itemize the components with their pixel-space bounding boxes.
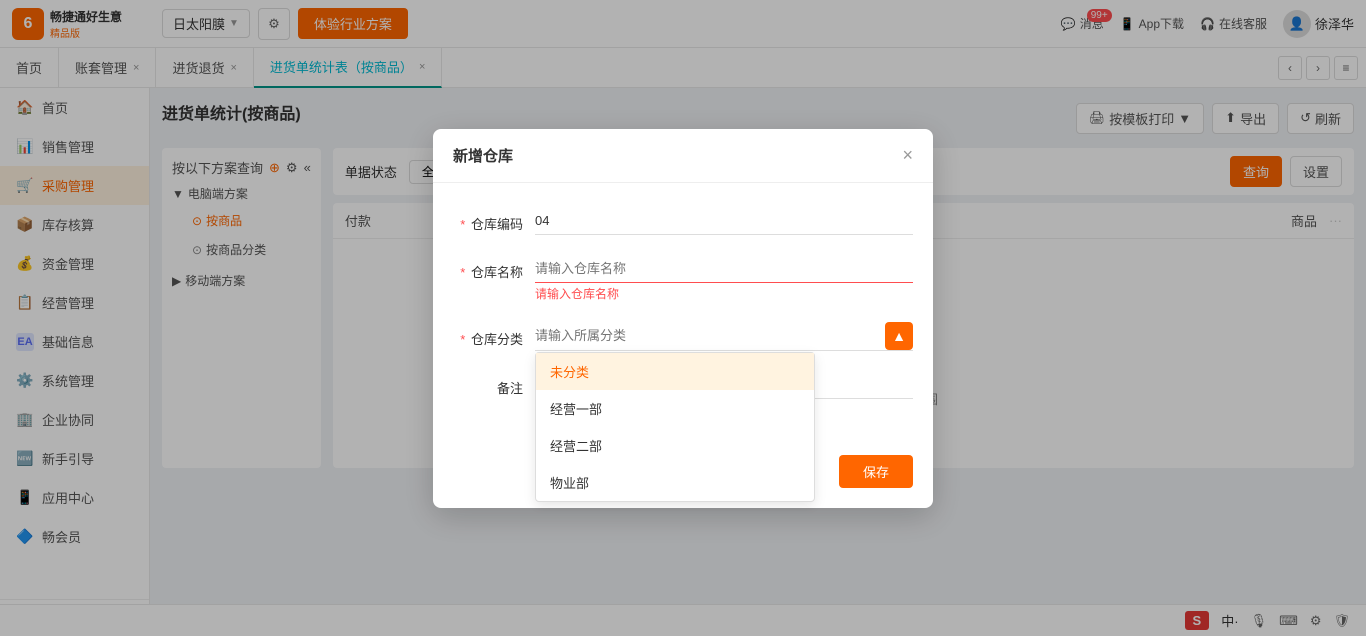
name-field-col: 请输入仓库名称 bbox=[535, 255, 913, 302]
dropdown-item-dept3[interactable]: 物业部 bbox=[536, 464, 814, 501]
form-row-category: * 仓库分类 ▲ 未分类 经营一部 经营二部 物业部 bbox=[453, 322, 913, 351]
name-error-msg: 请输入仓库名称 bbox=[535, 285, 913, 302]
category-label: * 仓库分类 bbox=[453, 322, 523, 348]
new-warehouse-modal: 新增仓库 × * 仓库编码 * 仓库名称 bbox=[433, 129, 933, 508]
modal-body: * 仓库编码 * 仓库名称 请输入仓库名称 bbox=[433, 183, 933, 443]
warehouse-code-input[interactable] bbox=[535, 207, 913, 235]
save-button[interactable]: 保存 bbox=[839, 455, 913, 488]
modal-title: 新增仓库 bbox=[453, 145, 513, 166]
modal-close-button[interactable]: × bbox=[902, 145, 913, 166]
remark-label: 备注 bbox=[453, 371, 523, 397]
category-input-wrap: ▲ 未分类 经营一部 经营二部 物业部 bbox=[535, 322, 913, 351]
dropdown-item-dept1[interactable]: 经营一部 bbox=[536, 390, 814, 427]
modal-header: 新增仓库 × bbox=[433, 129, 933, 183]
dropdown-item-unclassified[interactable]: 未分类 bbox=[536, 353, 814, 390]
modal-overlay: 新增仓库 × * 仓库编码 * 仓库名称 bbox=[0, 0, 1366, 636]
code-field-col bbox=[535, 207, 913, 235]
form-row-name: * 仓库名称 请输入仓库名称 bbox=[453, 255, 913, 302]
warehouse-name-input[interactable] bbox=[535, 255, 913, 283]
code-label: * 仓库编码 bbox=[453, 207, 523, 233]
category-input[interactable] bbox=[535, 322, 885, 349]
name-label: * 仓库名称 bbox=[453, 255, 523, 281]
category-toggle-button[interactable]: ▲ bbox=[885, 322, 913, 350]
form-row-code: * 仓库编码 bbox=[453, 207, 913, 235]
dropdown-item-dept2[interactable]: 经营二部 bbox=[536, 427, 814, 464]
category-dropdown: 未分类 经营一部 经营二部 物业部 bbox=[535, 352, 815, 502]
